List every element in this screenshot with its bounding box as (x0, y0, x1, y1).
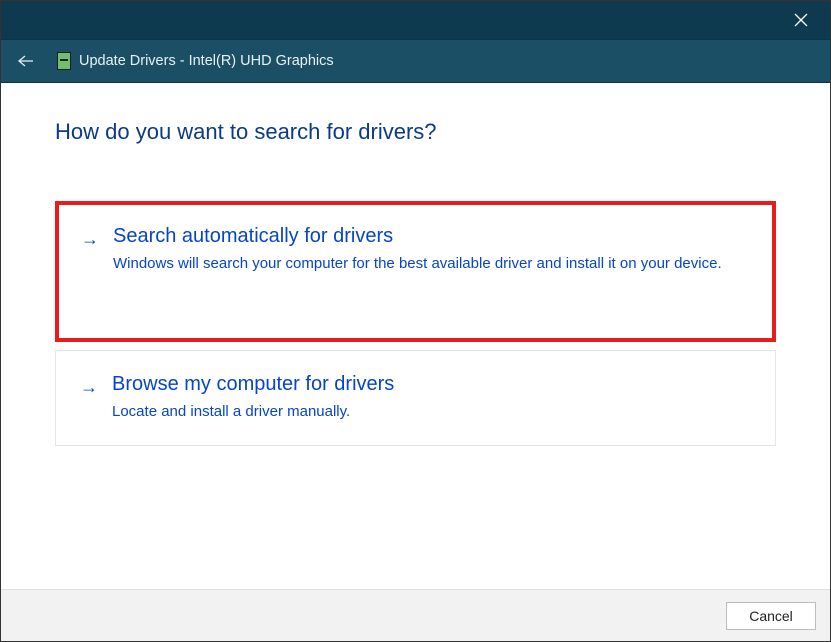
cancel-button[interactable]: Cancel (726, 602, 816, 630)
device-icon (57, 52, 71, 70)
back-arrow-icon (16, 54, 34, 68)
dialog-title-container: Update Drivers - Intel(R) UHD Graphics (57, 52, 334, 70)
option-text: Browse my computer for drivers Locate an… (112, 373, 747, 422)
back-button[interactable] (13, 49, 37, 73)
option-search-automatically[interactable]: → Search automatically for drivers Windo… (55, 201, 776, 342)
footer: Cancel (1, 589, 830, 641)
option-title: Browse my computer for drivers (112, 373, 747, 396)
option-description: Locate and install a driver manually. (112, 402, 747, 422)
option-description: Windows will search your computer for th… (113, 254, 746, 274)
option-title: Search automatically for drivers (113, 225, 746, 248)
navigation-bar: Update Drivers - Intel(R) UHD Graphics (1, 39, 830, 83)
arrow-right-icon: → (81, 225, 99, 274)
update-drivers-dialog: Update Drivers - Intel(R) UHD Graphics H… (0, 0, 831, 642)
arrow-right-icon: → (80, 373, 98, 422)
option-browse-computer[interactable]: → Browse my computer for drivers Locate … (55, 350, 776, 445)
option-text: Search automatically for drivers Windows… (113, 225, 746, 274)
dialog-title: Update Drivers - Intel(R) UHD Graphics (79, 53, 334, 69)
titlebar (1, 1, 830, 39)
page-heading: How do you want to search for drivers? (55, 119, 776, 145)
content-area: How do you want to search for drivers? →… (1, 83, 830, 589)
close-button[interactable] (782, 1, 820, 39)
close-icon (794, 13, 808, 27)
